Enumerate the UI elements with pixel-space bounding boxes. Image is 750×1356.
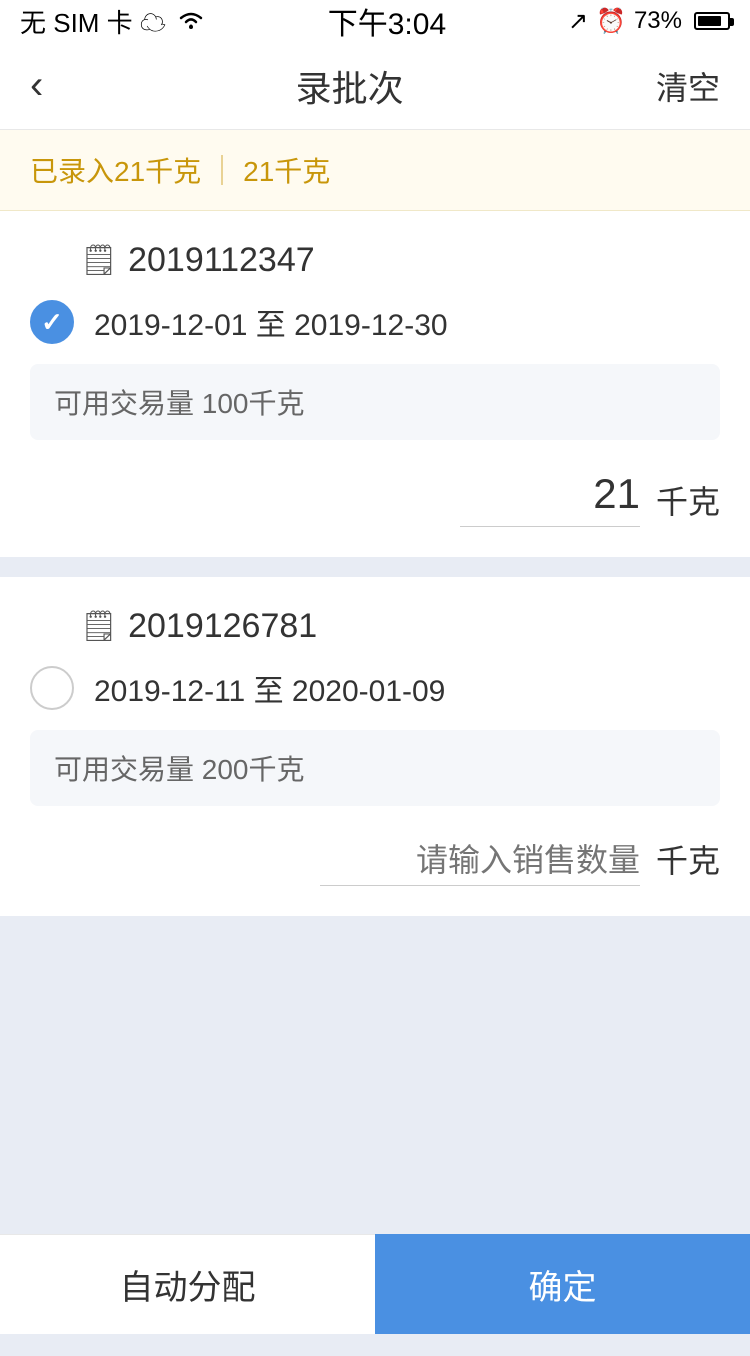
batch-1-availability: 可用交易量 100千克 [30,364,720,440]
batch-2-quantity-input[interactable] [320,842,640,879]
info-banner: 已录入21千克 21千克 [0,130,750,211]
batch-card-2: 🗒 2019126781 2019-12-11 至 2020-01-09 可用交… [0,577,750,916]
bottom-buttons: 自动分配 确定 [0,1234,750,1334]
page-title: 录批次 [296,60,404,112]
batch-card-1: 🗒 2019112347 2019-12-01 至 2019-12-30 可用交… [0,211,750,557]
banner-divider [221,155,223,185]
no-sim-text: 无 SIM 卡 ☁ [20,3,166,40]
batch-1-header: 🗒 2019112347 [0,211,750,290]
location-icon: ↗ [568,7,588,36]
back-button[interactable]: ‹ [30,63,43,108]
batch-1-icon: 🗒 [80,243,118,278]
batch-1-date: 2019-12-01 至 2019-12-30 [94,300,448,344]
batch-2-id: 2019126781 [128,607,317,646]
status-bar: 无 SIM 卡 ☁ 下午3:04 ↗ ⏰ 73% [0,0,750,42]
batch-1-quantity: 21 [593,470,640,518]
recorded-amount: 已录入21千克 [30,150,201,190]
batch-1-date-row: 2019-12-01 至 2019-12-30 [0,290,750,354]
status-time: 下午3:04 [328,0,446,43]
status-left: 无 SIM 卡 ☁ [20,3,206,40]
battery-icon [694,12,730,30]
section-separator [0,557,750,577]
wifi-icon [176,6,206,37]
alarm-icon: ⏰ [596,7,626,36]
batch-2-date: 2019-12-11 至 2020-01-09 [94,666,445,710]
auto-distribute-button[interactable]: 自动分配 [0,1234,375,1334]
batch-2-date-row: 2019-12-11 至 2020-01-09 [0,656,750,720]
nav-bar: ‹ 录批次 清空 [0,42,750,130]
status-right: ↗ ⏰ 73% [568,7,730,36]
batch-1-unit: 千克 [656,477,720,527]
batch-1-id: 2019112347 [128,241,315,280]
batch-1-radio[interactable] [30,300,74,344]
batch-2-icon: 🗒 [80,609,118,644]
batch-2-radio[interactable] [30,666,74,710]
batch-2-availability: 可用交易量 200千克 [30,730,720,806]
batch-2-unit: 千克 [656,836,720,886]
total-amount: 21千克 [243,150,330,190]
confirm-button[interactable]: 确定 [375,1234,750,1334]
battery-percent: 73% [634,7,682,35]
batch-2-header: 🗒 2019126781 [0,577,750,656]
clear-button[interactable]: 清空 [656,63,720,109]
